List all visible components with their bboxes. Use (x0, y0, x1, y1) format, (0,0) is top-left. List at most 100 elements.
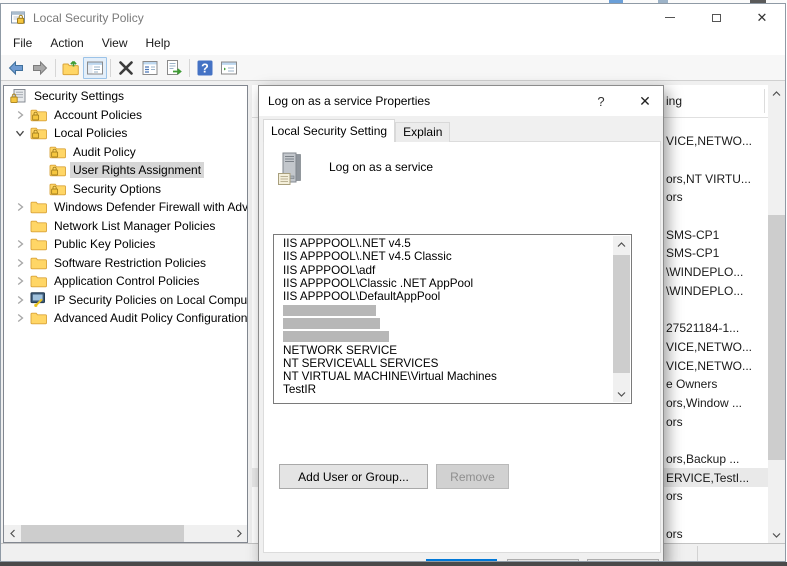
tree-item-account-policies[interactable]: Account Policies (4, 106, 247, 125)
scroll-left-icon[interactable] (4, 525, 21, 542)
tree-item-audit-policy[interactable]: Audit Policy (4, 143, 247, 162)
listbox-scrollbar[interactable] (613, 236, 630, 402)
tree-item-advanced-audit-policy-configuration[interactable]: Advanced Audit Policy Configuration (4, 309, 247, 328)
folder-icon (30, 237, 47, 252)
window-titlebar[interactable]: Local Security Policy ✕ (1, 4, 785, 31)
member-row[interactable]: NT VIRTUAL MACHINE\Virtual Machines (275, 370, 613, 383)
tree-item-user-rights-assignment[interactable]: User Rights Assignment (4, 161, 247, 180)
menu-help[interactable]: Help (137, 33, 180, 53)
properties-dialog: Log on as a service Properties ? ✕ Local… (258, 85, 664, 566)
tree-item-ip-security-policies-on-local-compute[interactable]: IP Security Policies on Local Compute (4, 291, 247, 310)
chevron-right-icon[interactable] (10, 239, 30, 249)
tab-explain[interactable]: Explain (395, 122, 451, 142)
status-bar-divider (697, 546, 698, 561)
folder-lock-icon (49, 144, 66, 159)
tree-item-label: User Rights Assignment (70, 162, 205, 179)
tree-item-label: IP Security Policies on Local Compute (54, 292, 248, 307)
tree-item-label: Account Policies (54, 107, 143, 122)
up-folder-icon[interactable] (59, 57, 83, 79)
member-row[interactable]: TestIR (275, 383, 613, 396)
scroll-up-icon[interactable] (768, 85, 785, 102)
column-divider[interactable] (764, 89, 765, 113)
delete-icon[interactable] (114, 57, 138, 79)
folder-lock-icon (30, 126, 47, 141)
member-row[interactable]: IIS APPPOOL\Classic .NET AppPool (275, 277, 613, 290)
tree-item-label: Application Control Policies (54, 274, 200, 289)
tree-item-security-settings[interactable]: Security Settings (4, 87, 247, 106)
tree-item-label: Advanced Audit Policy Configuration (54, 311, 248, 326)
security-setting-fragment: SMS-CP1 (666, 246, 720, 261)
tree-item-label: Local Policies (54, 126, 128, 141)
scroll-right-icon[interactable] (230, 525, 247, 542)
member-row[interactable]: NETWORK SERVICE (275, 343, 613, 357)
menu-action[interactable]: Action (41, 33, 92, 53)
tree-item-application-control-policies[interactable]: Application Control Policies (4, 272, 247, 291)
redacted-bar (283, 304, 376, 316)
back-icon[interactable] (4, 57, 28, 79)
member-name: NT VIRTUAL MACHINE\Virtual Machines (283, 370, 497, 384)
member-row[interactable]: IIS APPPOOL\.NET v4.5 (275, 237, 613, 250)
security-setting-fragment: VICE,NETWO... (666, 339, 753, 354)
dialog-close-button[interactable]: ✕ (627, 86, 663, 116)
minimize-button[interactable] (647, 4, 693, 31)
console-tree-icon[interactable] (83, 56, 107, 79)
help-icon[interactable]: ? (193, 57, 217, 79)
redacted-bar (283, 331, 389, 343)
member-row[interactable]: IIS APPPOOL\DefaultAppPool (275, 290, 613, 303)
security-setting-fragment: ors (666, 190, 683, 205)
member-row[interactable]: IIS APPPOOL\.NET v4.5 Classic (275, 250, 613, 263)
artifact-speck (609, 0, 623, 3)
menu-view[interactable]: View (93, 33, 137, 53)
chevron-right-icon[interactable] (10, 313, 30, 323)
properties-icon[interactable] (138, 57, 162, 79)
scrollbar-thumb[interactable] (613, 255, 630, 373)
members-listbox[interactable]: IIS APPPOOL\.NET v4.5 IIS APPPOOL\.NET v4… (273, 234, 632, 404)
remove-button[interactable]: Remove (436, 464, 509, 489)
chevron-right-icon[interactable] (10, 110, 30, 120)
forward-icon[interactable] (28, 57, 52, 79)
scroll-up-icon[interactable] (613, 236, 630, 253)
member-row-redacted[interactable] (275, 317, 613, 330)
root-lock-icon (10, 88, 27, 104)
member-row[interactable]: NT SERVICE\ALL SERVICES (275, 357, 613, 370)
tree-item-public-key-policies[interactable]: Public Key Policies (4, 235, 247, 254)
tab-row: Local Security Setting Explain (263, 119, 451, 142)
export-list-icon[interactable] (162, 57, 186, 79)
folder-lock-icon (49, 163, 66, 178)
tree-item-software-restriction-policies[interactable]: Software Restriction Policies (4, 254, 247, 273)
scrollbar-thumb[interactable] (21, 525, 184, 542)
security-setting-fragment: SMS-CP1 (666, 227, 720, 242)
chevron-right-icon[interactable] (10, 276, 30, 286)
dialog-help-button[interactable]: ? (584, 86, 618, 116)
tab-local-security-setting[interactable]: Local Security Setting (263, 119, 396, 142)
tree-item-local-policies[interactable]: Local Policies (4, 124, 247, 143)
close-button[interactable]: ✕ (739, 4, 785, 31)
member-row-redacted[interactable] (275, 330, 613, 343)
scrollbar-thumb[interactable] (768, 215, 785, 460)
menu-file[interactable]: File (4, 33, 41, 53)
security-setting-column-header-fragment[interactable]: ing (666, 94, 682, 108)
tree-horizontal-scrollbar[interactable] (4, 525, 247, 542)
member-name: IIS APPPOOL\DefaultAppPool (283, 290, 441, 304)
security-setting-fragment: ors,Backup ... (666, 452, 740, 467)
chevron-right-icon[interactable] (10, 295, 30, 305)
tree-item-windows-defender-firewall-with-adva[interactable]: Windows Defender Firewall with Adva (4, 198, 247, 217)
toolbar-separator (110, 58, 111, 77)
member-row[interactable]: IIS APPPOOL\adf (275, 264, 613, 277)
tree-item-security-options[interactable]: Security Options (4, 180, 247, 199)
chevron-right-icon[interactable] (10, 202, 30, 212)
security-setting-fragment: VICE,NETWO... (666, 358, 753, 373)
list-vertical-scrollbar[interactable] (768, 85, 785, 543)
tree-item-label: Public Key Policies (54, 237, 156, 252)
maximize-button[interactable] (693, 4, 739, 31)
member-row-redacted[interactable] (275, 303, 613, 316)
tree-item-network-list-manager-policies[interactable]: Network List Manager Policies (4, 217, 247, 236)
add-user-or-group-button[interactable]: Add User or Group... (279, 464, 428, 489)
scroll-down-icon[interactable] (768, 526, 785, 543)
scroll-down-icon[interactable] (613, 385, 630, 402)
chevron-down-icon[interactable] (10, 128, 30, 138)
tree-item-label: Software Restriction Policies (54, 255, 207, 270)
security-setting-fragment: ors (666, 489, 683, 504)
chevron-right-icon[interactable] (10, 258, 30, 268)
new-window-icon[interactable] (217, 57, 241, 79)
